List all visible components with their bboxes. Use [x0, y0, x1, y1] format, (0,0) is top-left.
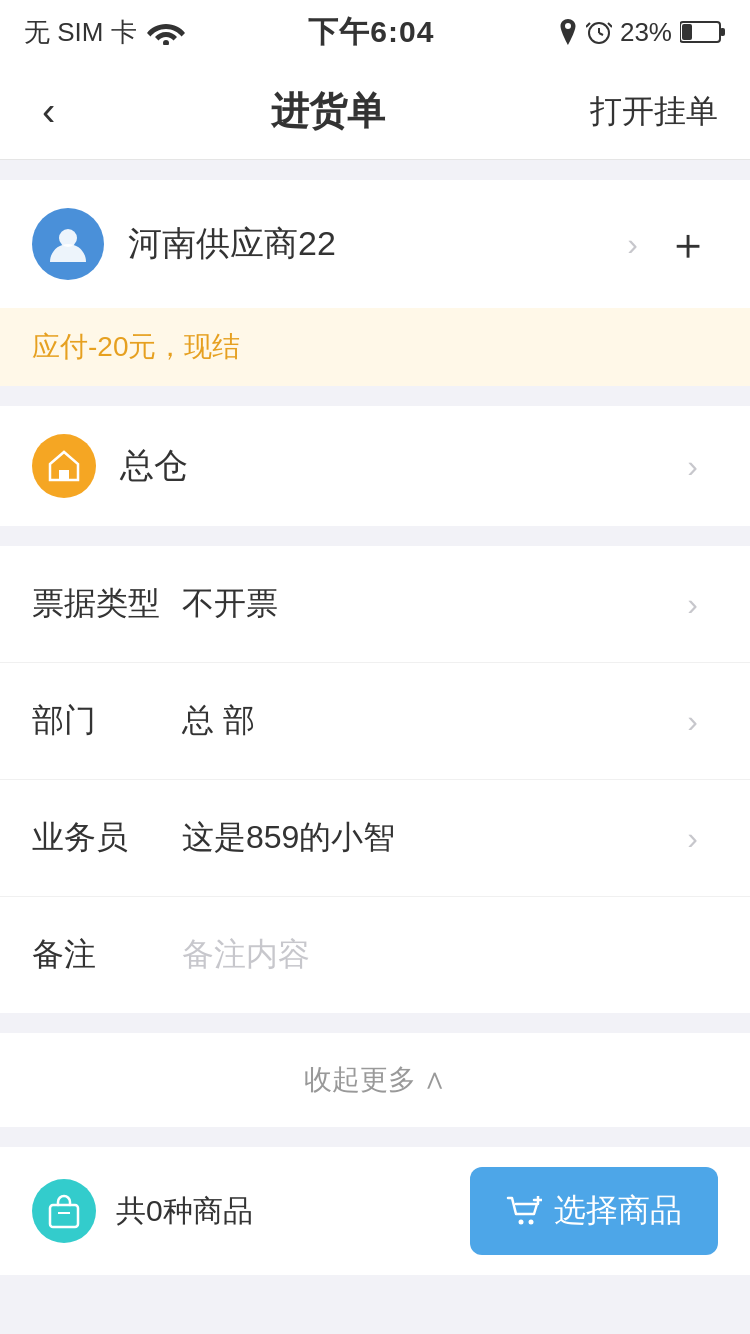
department-value: 总 部	[162, 699, 687, 743]
cart-add-icon	[506, 1196, 542, 1226]
department-row[interactable]: 部门 总 部 ›	[0, 663, 750, 780]
department-chevron: ›	[687, 703, 698, 740]
battery-icon	[680, 20, 726, 44]
status-bar: 无 SIM 卡 下午6:04 23%	[0, 0, 750, 64]
supplier-card: 河南供应商22 › ＋ 应付-20元，现结	[0, 180, 750, 386]
location-icon	[558, 19, 578, 45]
form-section: 票据类型 不开票 › 部门 总 部 › 业务员 这是859的小智 › 备注 备注…	[0, 546, 750, 1013]
product-count-icon-circle	[32, 1179, 96, 1243]
svg-rect-6	[682, 24, 692, 40]
supplier-avatar	[32, 208, 104, 280]
supplier-row[interactable]: 河南供应商22 › ＋	[0, 180, 750, 308]
invoice-type-label: 票据类型	[32, 582, 162, 626]
top-divider	[0, 160, 750, 180]
supplier-name: 河南供应商22	[128, 221, 627, 267]
back-button[interactable]: ‹	[32, 79, 65, 144]
remarks-row[interactable]: 备注 备注内容	[0, 897, 750, 1013]
nav-bar: ‹ 进货单 打开挂单	[0, 64, 750, 160]
person-icon	[46, 222, 90, 266]
svg-point-0	[163, 40, 169, 45]
status-right: 23%	[558, 17, 726, 48]
invoice-type-chevron: ›	[687, 586, 698, 623]
svg-line-3	[599, 33, 603, 35]
invoice-type-value: 不开票	[162, 582, 687, 626]
department-label: 部门	[32, 699, 162, 743]
status-time: 下午6:04	[308, 12, 434, 53]
salesperson-label: 业务员	[32, 816, 162, 860]
bottom-bar: 共0种商品 选择商品	[0, 1147, 750, 1275]
invoice-type-row[interactable]: 票据类型 不开票 ›	[0, 546, 750, 663]
warehouse-row[interactable]: 总仓 ›	[0, 406, 750, 526]
svg-rect-5	[720, 28, 725, 36]
carrier-label: 无 SIM 卡	[24, 15, 137, 50]
svg-rect-9	[50, 1205, 78, 1227]
select-product-button[interactable]: 选择商品	[470, 1167, 718, 1255]
gap-1	[0, 386, 750, 406]
collapse-label: 收起更多 ∧	[304, 1064, 447, 1095]
salesperson-value: 这是859的小智	[162, 816, 687, 860]
warehouse-chevron: ›	[687, 448, 698, 485]
remarks-label: 备注	[32, 933, 162, 977]
collapse-button[interactable]: 收起更多 ∧	[0, 1033, 750, 1127]
warehouse-card: 总仓 ›	[0, 406, 750, 526]
battery-label: 23%	[620, 17, 672, 48]
page-title: 进货单	[271, 86, 385, 137]
salesperson-row[interactable]: 业务员 这是859的小智 ›	[0, 780, 750, 897]
alarm-icon	[586, 19, 612, 45]
open-pending-button[interactable]: 打开挂单	[590, 90, 718, 134]
remarks-input[interactable]: 备注内容	[162, 933, 718, 977]
svg-point-11	[519, 1220, 524, 1225]
notice-banner: 应付-20元，现结	[0, 308, 750, 386]
salesperson-chevron: ›	[687, 820, 698, 857]
svg-point-12	[529, 1220, 534, 1225]
warehouse-name: 总仓	[120, 443, 687, 489]
wifi-icon	[147, 19, 185, 45]
svg-rect-8	[59, 470, 69, 480]
supplier-chevron: ›	[627, 226, 638, 263]
home-icon	[46, 448, 82, 484]
notice-text: 应付-20元，现结	[32, 331, 240, 362]
select-product-label: 选择商品	[554, 1189, 682, 1233]
status-left: 无 SIM 卡	[24, 15, 185, 50]
warehouse-icon-circle	[32, 434, 96, 498]
product-count-text: 共0种商品	[116, 1191, 470, 1232]
bag-icon	[46, 1193, 82, 1229]
add-supplier-button[interactable]: ＋	[658, 215, 718, 274]
